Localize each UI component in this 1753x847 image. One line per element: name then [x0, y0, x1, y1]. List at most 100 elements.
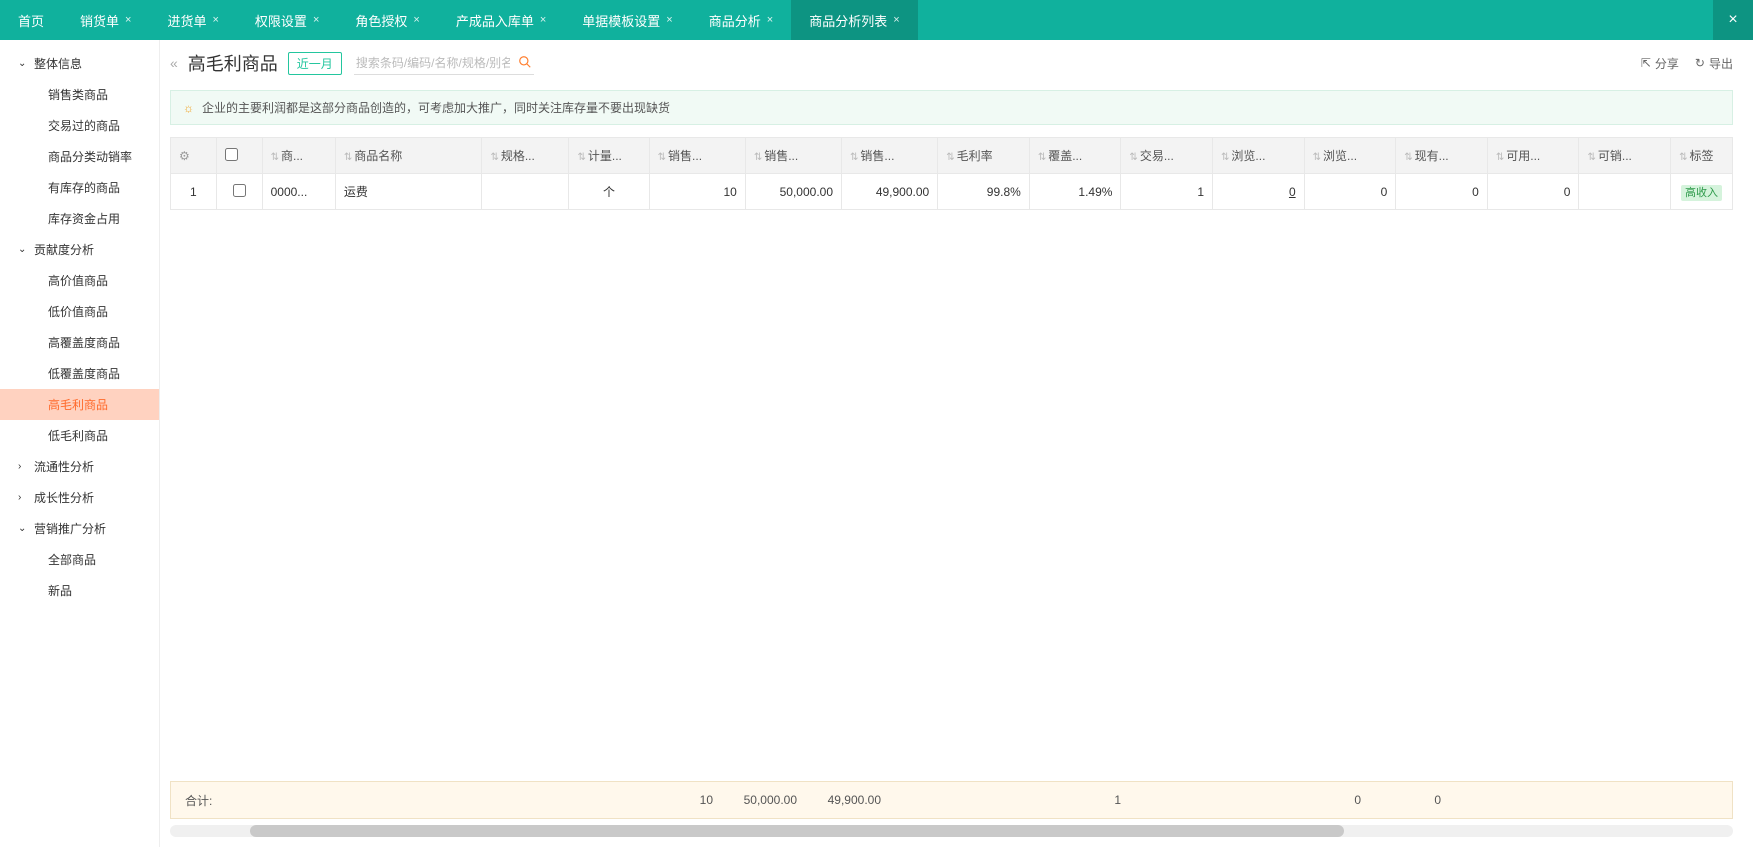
col-stock[interactable]: ⇅现有...: [1396, 138, 1488, 174]
sidebar-item[interactable]: 高毛利商品: [0, 389, 159, 420]
tab-home[interactable]: 首页: [0, 0, 62, 40]
col-view2[interactable]: ⇅浏览...: [1304, 138, 1396, 174]
row-checkbox[interactable]: [233, 184, 246, 197]
col-coverage[interactable]: ⇅覆盖...: [1029, 138, 1121, 174]
sidebar-item[interactable]: 库存资金占用: [0, 203, 159, 234]
cell-sellable: [1579, 174, 1671, 210]
sidebar-item[interactable]: 交易过的商品: [0, 110, 159, 141]
tip-text: 企业的主要利润都是这部分商品创造的，可考虑加大推广，同时关注库存量不要出现缺货: [202, 99, 670, 116]
tab-finished-goods[interactable]: 产成品入库单×: [438, 0, 564, 40]
col-code[interactable]: ⇅商...: [262, 138, 335, 174]
table-container: ⚙ ⇅商... ⇅商品名称 ⇅规格... ⇅计量... ⇅销售... ⇅销售..…: [170, 137, 1733, 781]
sidebar-group-label: 贡献度分析: [34, 241, 94, 258]
cell-view1[interactable]: 0: [1213, 174, 1305, 210]
sidebar-item[interactable]: 新品: [0, 575, 159, 606]
search-icon[interactable]: [518, 55, 532, 72]
col-avail[interactable]: ⇅可用...: [1487, 138, 1579, 174]
select-all-checkbox[interactable]: [225, 148, 238, 161]
sidebar-group[interactable]: ›成长性分析: [0, 482, 159, 513]
sidebar-group-label: 整体信息: [34, 55, 82, 72]
chevron-down-icon: ⌄: [18, 244, 28, 255]
close-icon[interactable]: ×: [125, 14, 131, 26]
sidebar-item[interactable]: 商品分类动销率: [0, 141, 159, 172]
sidebar-group[interactable]: ⌄ 整体信息: [0, 48, 159, 79]
cell-avail: 0: [1487, 174, 1579, 210]
period-filter-button[interactable]: 近一月: [288, 52, 342, 75]
sidebar-item[interactable]: 销售类商品: [0, 79, 159, 110]
close-icon[interactable]: ×: [666, 14, 672, 26]
sidebar-item[interactable]: 有库存的商品: [0, 172, 159, 203]
col-view1[interactable]: ⇅浏览...: [1213, 138, 1305, 174]
tab-purchase-order[interactable]: 进货单×: [149, 0, 236, 40]
col-name[interactable]: ⇅商品名称: [335, 138, 482, 174]
cell-tx: 1: [1121, 174, 1213, 210]
totals-row: 合计: 10 50,000.00 49,900.00 1 0 0: [170, 781, 1733, 819]
cell-name: 运费: [335, 174, 482, 210]
sidebar-item[interactable]: 低覆盖度商品: [0, 358, 159, 389]
totals-tx: 1: [1049, 793, 1129, 807]
tab-product-analysis[interactable]: 商品分析×: [691, 0, 791, 40]
col-sale-qty[interactable]: ⇅销售...: [649, 138, 745, 174]
sidebar-item[interactable]: 高价值商品: [0, 265, 159, 296]
sidebar-group-label: 营销推广分析: [34, 520, 106, 537]
chevron-right-icon: ›: [18, 461, 28, 472]
sidebar-group[interactable]: ›流通性分析: [0, 451, 159, 482]
export-button[interactable]: ↻导出: [1695, 55, 1733, 72]
sidebar-item[interactable]: 低价值商品: [0, 296, 159, 327]
export-icon: ↻: [1695, 56, 1705, 70]
sidebar-group[interactable]: ⌄营销推广分析: [0, 513, 159, 544]
row-index: 1: [171, 174, 217, 210]
col-sellable[interactable]: ⇅可销...: [1579, 138, 1671, 174]
col-spec[interactable]: ⇅规格...: [482, 138, 569, 174]
settings-column-header[interactable]: ⚙: [171, 138, 217, 174]
cell-sale-profit: 49,900.00: [842, 174, 938, 210]
scrollbar-thumb[interactable]: [250, 825, 1344, 837]
col-sale-amt[interactable]: ⇅销售...: [745, 138, 841, 174]
cell-sale-qty: 10: [649, 174, 745, 210]
sidebar-item[interactable]: 低毛利商品: [0, 420, 159, 451]
col-tx[interactable]: ⇅交易...: [1121, 138, 1213, 174]
sidebar-item[interactable]: 高覆盖度商品: [0, 327, 159, 358]
close-icon[interactable]: ×: [893, 14, 899, 26]
close-icon[interactable]: ×: [413, 14, 419, 26]
tab-product-analysis-list[interactable]: 商品分析列表×: [791, 0, 917, 40]
share-button[interactable]: ⇱分享: [1641, 55, 1679, 72]
gear-icon[interactable]: ⚙: [179, 149, 190, 163]
tab-role-auth[interactable]: 角色授权×: [337, 0, 437, 40]
page-header: « 高毛利商品 近一月 ⇱分享 ↻导出: [160, 40, 1753, 90]
col-sale-profit[interactable]: ⇅销售...: [842, 138, 938, 174]
close-icon[interactable]: ×: [767, 14, 773, 26]
col-tag[interactable]: ⇅标签: [1671, 138, 1733, 174]
horizontal-scrollbar[interactable]: [170, 825, 1733, 837]
close-icon[interactable]: ×: [313, 14, 319, 26]
sidebar-item[interactable]: 全部商品: [0, 544, 159, 575]
cell-tag: 高收入: [1671, 174, 1733, 210]
close-all-tabs-button[interactable]: ×: [1713, 0, 1753, 40]
chevron-down-icon: ⌄: [18, 58, 28, 69]
close-icon[interactable]: ×: [540, 14, 546, 26]
collapse-sidebar-icon[interactable]: «: [170, 55, 178, 71]
col-unit[interactable]: ⇅计量...: [569, 138, 649, 174]
cell-margin: 99.8%: [938, 174, 1030, 210]
sidebar-group[interactable]: ⌄ 贡献度分析: [0, 234, 159, 265]
tab-permission[interactable]: 权限设置×: [237, 0, 337, 40]
cell-coverage: 1.49%: [1029, 174, 1121, 210]
table-row[interactable]: 1 0000... 运费 个 10 50,000.00 49,900.00 99…: [171, 174, 1733, 210]
close-icon[interactable]: ×: [212, 14, 218, 26]
cell-view2: 0: [1304, 174, 1396, 210]
bulb-icon: ☼: [183, 101, 194, 115]
cell-sale-amt: 50,000.00: [745, 174, 841, 210]
totals-sale-profit: 49,900.00: [805, 793, 889, 807]
totals-sale-amt: 50,000.00: [721, 793, 805, 807]
cell-code: 0000...: [262, 174, 335, 210]
sidebar-group-label: 成长性分析: [34, 489, 94, 506]
totals-sale-qty: 10: [637, 793, 721, 807]
tab-template-settings[interactable]: 单据模板设置×: [564, 0, 690, 40]
col-margin[interactable]: ⇅毛利率: [938, 138, 1030, 174]
tab-sales-order[interactable]: 销货单×: [62, 0, 149, 40]
cell-spec: [482, 174, 569, 210]
search-input[interactable]: [354, 52, 534, 75]
totals-label: 合计:: [171, 792, 259, 809]
share-icon: ⇱: [1641, 56, 1651, 70]
search-box: [354, 52, 534, 75]
